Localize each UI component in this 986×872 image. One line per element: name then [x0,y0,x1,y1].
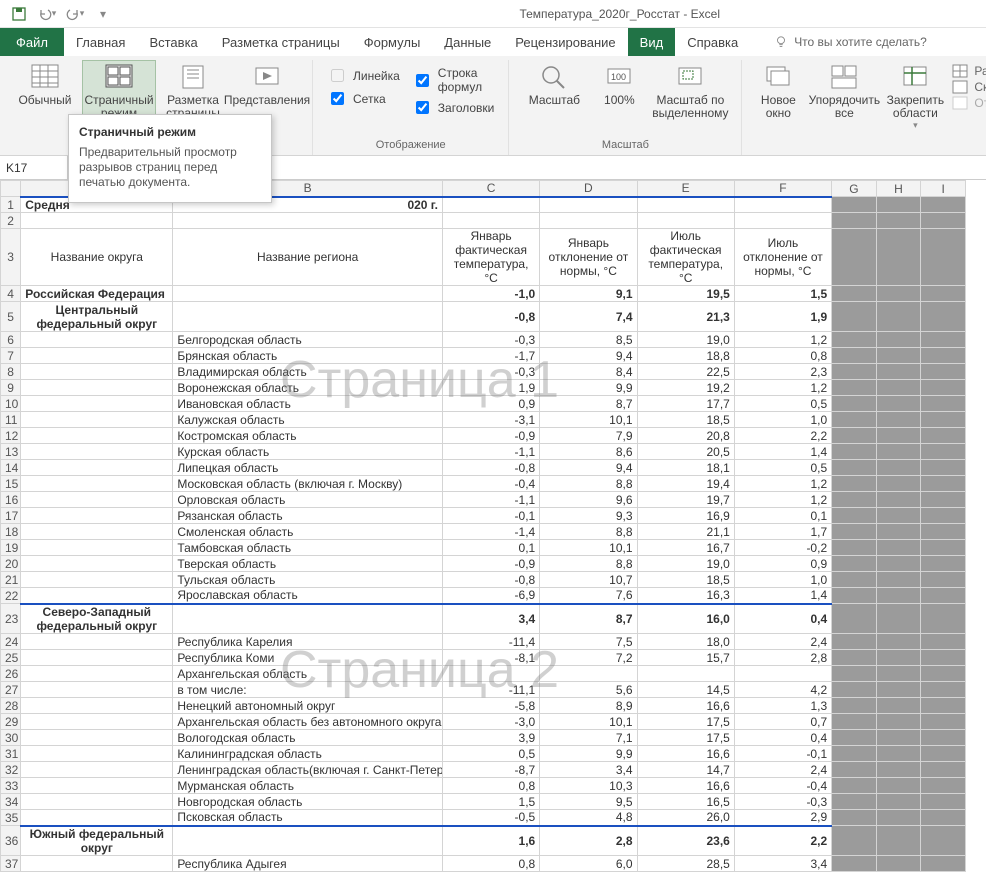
data-row[interactable]: 30Вологодская область3,97,117,50,4 [1,730,966,746]
zoom-selection-button[interactable]: Масштаб по выделенному [647,60,733,120]
row-2[interactable]: 2 [1,213,966,229]
hide-button[interactable]: Скрыть [952,80,986,94]
tab-insert[interactable]: Вставка [137,28,209,56]
data-row[interactable]: 12Костромская область-0,97,920,82,2 [1,428,966,444]
tab-data[interactable]: Данные [432,28,503,56]
split-button[interactable]: Разделить [952,64,986,78]
worksheet-area[interactable]: Страница 1 Страница 2 ABCDEFGHI 1 Средня… [0,180,986,872]
tell-me-search[interactable]: Что вы хотите сделать? [774,28,927,56]
hide-icon [952,80,968,94]
group-label-show: Отображение [321,136,500,155]
arrange-all-button[interactable]: Упорядочить все [806,60,882,120]
data-row[interactable]: 35Псковская область-0,54,826,02,9 [1,810,966,826]
title-bar: ▾ Температура_2020г_Росстат - Excel [0,0,986,28]
data-row[interactable]: 36Южный федеральный округ1,62,823,62,2 [1,826,966,856]
data-row[interactable]: 10Ивановская область0,98,717,70,5 [1,396,966,412]
data-row[interactable]: 17Рязанская область-0,19,316,90,1 [1,508,966,524]
page-break-preview-icon [102,62,136,92]
group-show: Линейка Сетка Строка формул Заголовки От… [313,60,509,155]
zoom-100-button[interactable]: 100 100% [591,60,647,107]
split-icon [952,64,968,78]
ruler-checkbox[interactable]: Линейка [327,66,400,85]
data-row[interactable]: 7Брянская область-1,79,418,80,8 [1,348,966,364]
new-window-icon [761,62,795,92]
data-row[interactable]: 29Архангельская область без автономного … [1,714,966,730]
redo-button[interactable] [62,2,88,26]
custom-views-button[interactable]: Представления [230,60,304,107]
quick-access-toolbar: ▾ [6,2,116,26]
svg-text:100: 100 [611,72,626,82]
unhide-button[interactable]: Отобразить [952,96,986,110]
name-box[interactable]: K17 [0,156,68,179]
ribbon: Обычный Страничный режим Разметка страни… [0,56,986,156]
data-row[interactable]: 37Республика Адыгея0,86,028,53,4 [1,856,966,872]
new-window-button[interactable]: Новое окно [750,60,806,120]
page-break-preview-button[interactable]: Страничный режим [82,60,156,121]
qat-customize[interactable]: ▾ [90,2,116,26]
tab-page-layout[interactable]: Разметка страницы [210,28,352,56]
data-row[interactable]: 25Республика Коми-8,17,215,72,8 [1,650,966,666]
data-row[interactable]: 15Московская область (включая г. Москву)… [1,476,966,492]
zoom-100-icon: 100 [602,62,636,92]
arrange-all-icon [827,62,861,92]
spreadsheet-grid[interactable]: ABCDEFGHI 1 Средня 020 г. 2 3 Название о… [0,180,966,872]
normal-view-button[interactable]: Обычный [8,60,82,107]
save-button[interactable] [6,2,32,26]
data-row[interactable]: 9Воронежская область1,99,919,21,2 [1,380,966,396]
data-row[interactable]: 33Мурманская область0,810,316,6-0,4 [1,778,966,794]
data-row[interactable]: 19Тамбовская область0,110,116,7-0,2 [1,540,966,556]
data-row[interactable]: 5Центральный федеральный округ-0,87,421,… [1,302,966,332]
document-title: Температура_2020г_Росстат - Excel [519,7,720,21]
tab-home[interactable]: Главная [64,28,137,56]
row-3[interactable]: 3 Название округа Название региона Январ… [1,229,966,286]
data-row[interactable]: 21Тульская область-0,810,718,51,0 [1,572,966,588]
data-row[interactable]: 31Калининградская область0,59,916,6-0,1 [1,746,966,762]
data-row[interactable]: 28Ненецкий автономный округ-5,88,916,61,… [1,698,966,714]
zoom-selection-icon [673,62,707,92]
data-row[interactable]: 22Ярославская область-6,97,616,31,4 [1,588,966,604]
formula-bar-checkbox[interactable]: Строка формул [412,66,495,94]
data-row[interactable]: 4Российская Федерация-1,09,119,51,5 [1,286,966,302]
data-row[interactable]: 24Республика Карелия-11,47,518,02,4 [1,634,966,650]
tab-file[interactable]: Файл [0,28,64,56]
normal-view-icon [28,62,62,92]
data-row[interactable]: 8Владимирская область-0,38,422,52,3 [1,364,966,380]
data-row[interactable]: 32Ленинградская область(включая г. Санкт… [1,762,966,778]
data-row[interactable]: 13Курская область-1,18,620,51,4 [1,444,966,460]
data-row[interactable]: 6Белгородская область-0,38,519,01,2 [1,332,966,348]
group-zoom: Масштаб 100 100% Масштаб по выделенному … [509,60,742,155]
tooltip-page-break-preview: Страничный режим Предварительный просмот… [68,114,272,203]
custom-views-icon [250,62,284,92]
headings-checkbox[interactable]: Заголовки [412,98,495,117]
data-row[interactable]: 14Липецкая область-0,89,418,10,5 [1,460,966,476]
tab-formulas[interactable]: Формулы [352,28,433,56]
undo-button[interactable] [34,2,60,26]
data-row[interactable]: 23Северо-Западный федеральный округ3,48,… [1,604,966,634]
data-row[interactable]: 11Калужская область-3,110,118,51,0 [1,412,966,428]
gridlines-checkbox[interactable]: Сетка [327,89,400,108]
data-row[interactable]: 27в том числе:-11,15,614,54,2 [1,682,966,698]
unhide-icon [952,96,968,110]
tab-help[interactable]: Справка [675,28,750,56]
page-layout-button[interactable]: Разметка страницы [156,60,230,120]
zoom-button[interactable]: Масштаб [517,60,591,107]
tab-review[interactable]: Рецензирование [503,28,627,56]
freeze-panes-button[interactable]: Закрепить области [882,60,948,131]
freeze-panes-icon [898,62,932,92]
group-window: Новое окно Упорядочить все Закрепить обл… [742,60,986,155]
data-row[interactable]: 16Орловская область-1,19,619,71,2 [1,492,966,508]
data-row[interactable]: 26Архангельская область [1,666,966,682]
page-layout-icon [176,62,210,92]
tab-view[interactable]: Вид [628,28,676,56]
zoom-icon [537,62,571,92]
lightbulb-icon [774,35,788,49]
data-row[interactable]: 34Новгородская область1,59,516,5-0,3 [1,794,966,810]
group-label-zoom: Масштаб [517,136,733,155]
data-row[interactable]: 18Смоленская область-1,48,821,11,7 [1,524,966,540]
ribbon-tabs: Файл Главная Вставка Разметка страницы Ф… [0,28,986,56]
data-row[interactable]: 20Тверская область-0,98,819,00,9 [1,556,966,572]
